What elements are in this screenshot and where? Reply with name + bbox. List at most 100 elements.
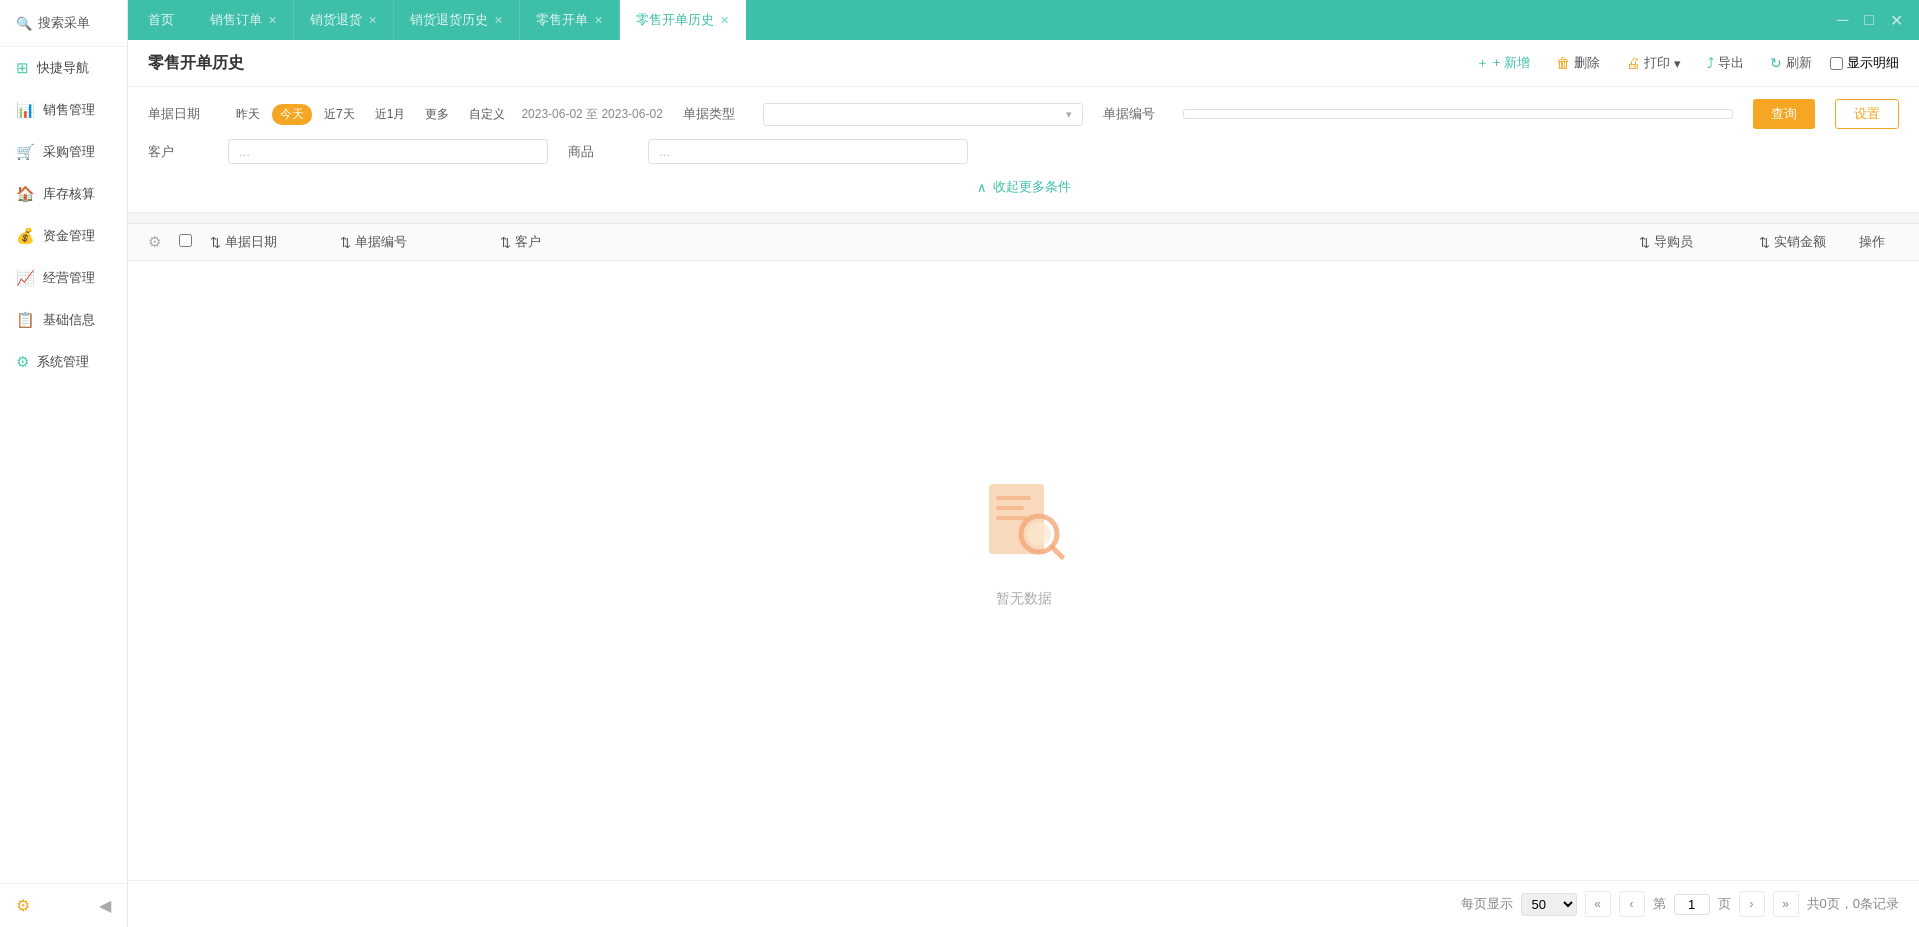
tab-retail-open-close[interactable]: ✕: [594, 14, 603, 27]
sidebar-item-label: 快捷导航: [37, 59, 89, 77]
query-button[interactable]: 查询: [1753, 99, 1815, 129]
print-dropdown-icon[interactable]: ▾: [1674, 56, 1681, 71]
doc-type-chevron-icon: ▾: [1066, 108, 1072, 121]
sidebar-item-label: 采购管理: [43, 143, 95, 161]
tab-sales-return-history-close[interactable]: ✕: [494, 14, 503, 27]
tab-sales-order[interactable]: 销售订单 ✕: [194, 0, 294, 40]
empty-illustration: [974, 474, 1074, 574]
table-header: ⚙ ⇅ 单据日期 ⇅ 单据编号 ⇅ 客户 ⇅ 导购员 ⇅ 实销金额: [128, 223, 1919, 261]
col-guide-label: 导购员: [1654, 233, 1693, 251]
table-settings-icon[interactable]: ⚙: [138, 233, 171, 251]
window-controls: ─ □ ✕: [1831, 11, 1919, 30]
doc-type-label: 单据类型: [683, 105, 743, 123]
col-customer[interactable]: ⇅ 客户: [490, 233, 1629, 251]
window-close-icon[interactable]: ✕: [1884, 11, 1909, 30]
sidebar-item-finance[interactable]: 💰 资金管理: [0, 215, 127, 257]
goods-input[interactable]: ...: [648, 139, 968, 164]
col-date-sort-icon: ⇅: [210, 235, 221, 250]
tab-home-label: 首页: [148, 11, 174, 29]
sidebar-item-basic-info[interactable]: 📋 基础信息: [0, 299, 127, 341]
tab-sales-order-close[interactable]: ✕: [268, 14, 277, 27]
finance-icon: 💰: [16, 227, 35, 245]
date-filter-buttons: 昨天 今天 近7天 近1月 更多 自定义 2023-06-02 至 2023-0…: [228, 104, 663, 125]
sidebar-item-label: 销售管理: [43, 101, 95, 119]
add-icon: ＋: [1476, 54, 1489, 72]
basic-info-icon: 📋: [16, 311, 35, 329]
page-first-button[interactable]: «: [1585, 891, 1611, 917]
sidebar-search-label: 搜索采单: [38, 14, 90, 32]
doc-type-select[interactable]: ▾: [763, 103, 1083, 126]
select-all-checkbox[interactable]: [179, 234, 192, 247]
sidebar-item-sales-mgmt[interactable]: 📊 销售管理: [0, 89, 127, 131]
operations-icon: 📈: [16, 269, 35, 287]
date-btn-7days[interactable]: 近7天: [316, 104, 363, 125]
delete-label: 删除: [1574, 54, 1600, 72]
col-amount[interactable]: ⇅ 实销金额: [1749, 233, 1849, 251]
col-guide-sort-icon: ⇅: [1639, 235, 1650, 250]
date-btn-today[interactable]: 今天: [272, 104, 312, 125]
doc-no-input[interactable]: [1183, 109, 1733, 119]
page-di-word: 第: [1653, 895, 1666, 913]
collapse-label: 收起更多条件: [993, 178, 1071, 196]
tab-retail-open[interactable]: 零售开单 ✕: [520, 0, 620, 40]
tab-sales-return-close[interactable]: ✕: [368, 14, 377, 27]
system-mgmt-icon: ⚙: [16, 353, 29, 371]
date-btn-custom[interactable]: 自定义: [461, 104, 513, 125]
page-next-button[interactable]: ›: [1739, 891, 1765, 917]
collapse-icon: ∧: [977, 180, 987, 195]
sidebar-search[interactable]: 🔍 搜索采单: [0, 0, 127, 47]
empty-text: 暂无数据: [996, 590, 1052, 608]
sidebar-item-purchase-mgmt[interactable]: 🛒 采购管理: [0, 131, 127, 173]
table-select-all-checkbox[interactable]: [171, 234, 200, 250]
main-content: 首页 销售订单 ✕ 销货退货 ✕ 销货退货历史 ✕ 零售开单 ✕ 零售开单历史 …: [128, 0, 1919, 927]
delete-button[interactable]: 🗑 删除: [1548, 50, 1608, 76]
col-guide[interactable]: ⇅ 导购员: [1629, 233, 1749, 251]
add-button[interactable]: ＋ + 新增: [1468, 50, 1538, 76]
window-min-icon[interactable]: ─: [1831, 11, 1854, 29]
col-docno[interactable]: ⇅ 单据编号: [330, 233, 490, 251]
settings-button[interactable]: 设置: [1835, 99, 1899, 129]
date-label: 单据日期: [148, 105, 208, 123]
export-button[interactable]: ⤴ 导出: [1699, 50, 1752, 76]
page-prev-button[interactable]: ‹: [1619, 891, 1645, 917]
collapse-sidebar-icon[interactable]: ◀: [99, 896, 111, 915]
svg-rect-2: [996, 506, 1024, 510]
col-action-label: 操作: [1859, 233, 1885, 251]
per-page-select[interactable]: 50 10 20 100: [1521, 893, 1577, 916]
date-range-display: 2023-06-02 至 2023-06-02: [521, 106, 662, 123]
col-docno-sort-icon: ⇅: [340, 235, 351, 250]
col-date[interactable]: ⇅ 单据日期: [200, 233, 330, 251]
page-number-input[interactable]: [1674, 894, 1710, 915]
customer-input[interactable]: ...: [228, 139, 548, 164]
refresh-label: 刷新: [1786, 54, 1812, 72]
sidebar-item-operations[interactable]: 📈 经营管理: [0, 257, 127, 299]
filter-row-2: 客户 ... 商品 ...: [148, 139, 1899, 164]
tab-home[interactable]: 首页: [128, 0, 194, 40]
date-btn-yesterday[interactable]: 昨天: [228, 104, 268, 125]
page-last-button[interactable]: »: [1773, 891, 1799, 917]
tab-sales-return-history[interactable]: 销货退货历史 ✕: [394, 0, 520, 40]
svg-point-5: [1027, 522, 1051, 546]
sidebar-item-system-mgmt[interactable]: ⚙ 系统管理: [0, 341, 127, 383]
pagination: 每页显示 50 10 20 100 « ‹ 第 页 › » 共0页，0条记录: [128, 880, 1919, 927]
settings-icon[interactable]: ⚙: [16, 896, 30, 915]
sidebar-item-inventory[interactable]: 🏠 库存核算: [0, 173, 127, 215]
svg-rect-1: [996, 496, 1031, 500]
search-icon: 🔍: [16, 16, 32, 31]
tab-sales-return[interactable]: 销货退货 ✕: [294, 0, 394, 40]
page-title: 零售开单历史: [148, 53, 244, 74]
export-label: 导出: [1718, 54, 1744, 72]
display-detail-toggle[interactable]: 显示明细: [1830, 54, 1899, 72]
tab-retail-open-history-close[interactable]: ✕: [720, 14, 729, 27]
print-icon: 🖨: [1626, 55, 1640, 71]
window-max-icon[interactable]: □: [1858, 11, 1880, 29]
refresh-button[interactable]: ↻ 刷新: [1762, 50, 1820, 76]
print-button[interactable]: 🖨 打印 ▾: [1618, 50, 1689, 76]
date-btn-more[interactable]: 更多: [417, 104, 457, 125]
date-btn-1month[interactable]: 近1月: [367, 104, 414, 125]
tab-retail-open-history[interactable]: 零售开单历史 ✕: [620, 0, 746, 40]
add-label: + 新增: [1493, 54, 1530, 72]
sidebar-item-quick-nav[interactable]: ⊞ 快捷导航: [0, 47, 127, 89]
display-detail-checkbox[interactable]: [1830, 57, 1843, 70]
collapse-filter-button[interactable]: ∧ 收起更多条件: [148, 174, 1899, 200]
